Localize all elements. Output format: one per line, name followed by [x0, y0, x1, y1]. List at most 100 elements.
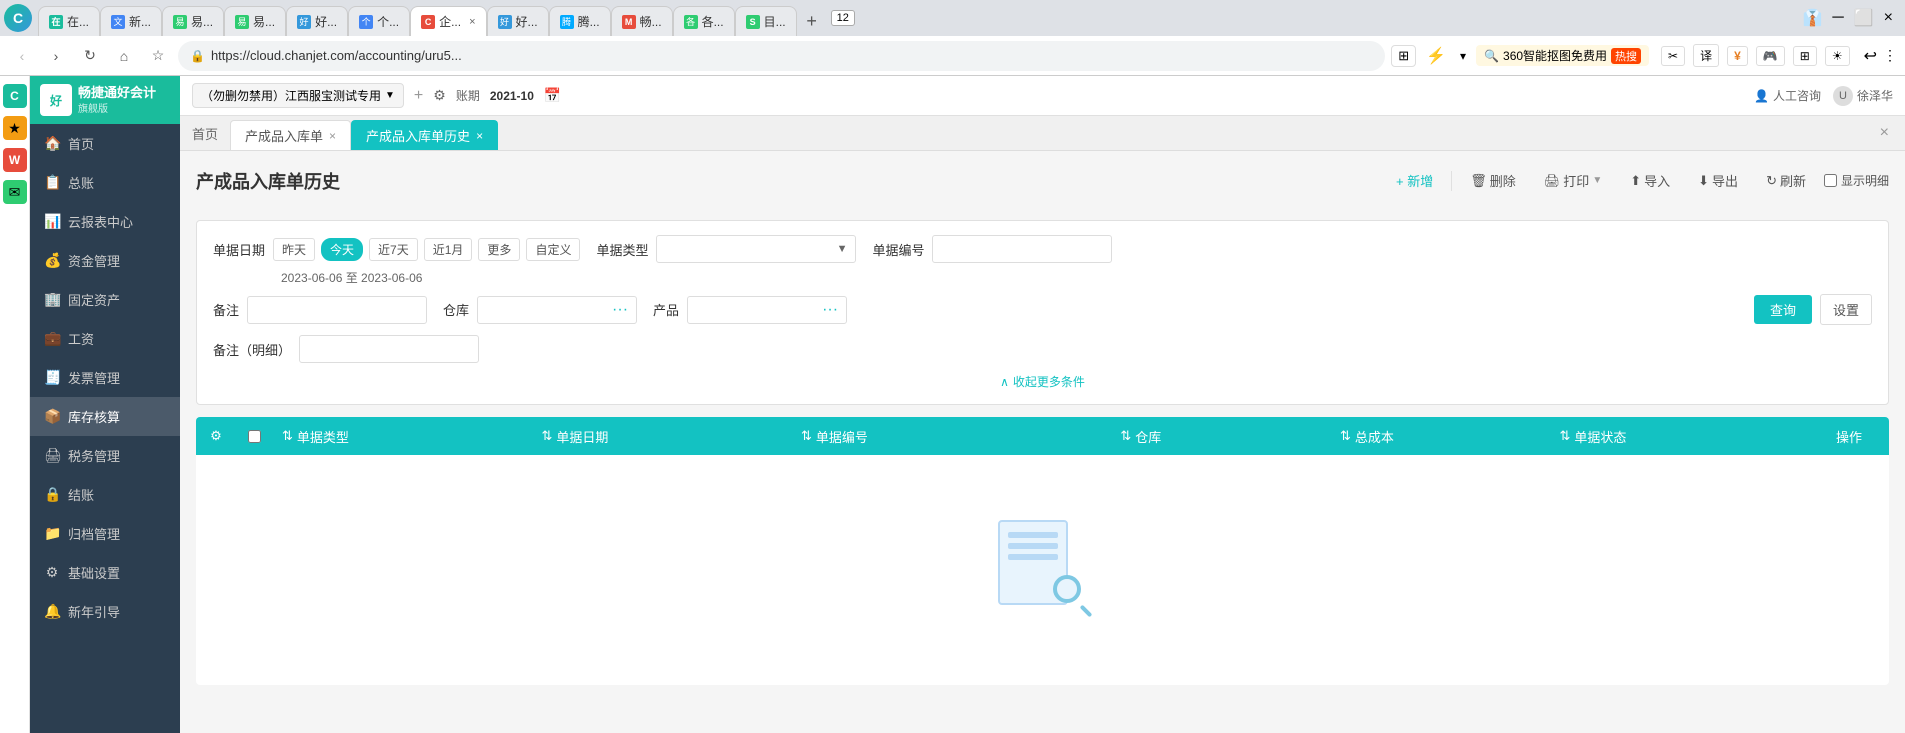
warehouse-dropdown[interactable]: ···: [477, 296, 637, 324]
display-detail-checkbox[interactable]: [1824, 174, 1837, 187]
browser-tab-10[interactable]: M 畅...: [611, 6, 673, 36]
select-all-checkbox[interactable]: [248, 430, 261, 443]
theme-tool[interactable]: ☀: [1825, 46, 1850, 66]
date-btn-1month[interactable]: 近1月: [424, 238, 473, 261]
company-selector[interactable]: （勿删勿禁用）江西服宝测试专用 ▼: [192, 83, 404, 108]
user-info[interactable]: U 徐泽华: [1833, 86, 1893, 106]
search-settings-button[interactable]: 设置: [1820, 294, 1872, 325]
collapse-button[interactable]: ∧ 收起更多条件: [1000, 373, 1085, 390]
browser-tab-1[interactable]: 在 在...: [38, 6, 100, 36]
back-button[interactable]: ‹: [8, 42, 36, 70]
display-detail-toggle[interactable]: 显示明细: [1824, 172, 1889, 189]
app-icon-social[interactable]: W: [3, 148, 27, 172]
app-icon-main[interactable]: C: [3, 84, 27, 108]
tab-panel-close-icon[interactable]: ×: [1880, 124, 1889, 141]
product-dropdown[interactable]: ···: [687, 296, 847, 324]
th-doc-date[interactable]: ⇅ 单据日期: [532, 427, 792, 446]
add-company-button[interactable]: +: [414, 87, 423, 105]
browser-tab-7[interactable]: C 企... ×: [410, 6, 486, 36]
browser-tab-3[interactable]: 易 易...: [162, 6, 224, 36]
undo-button[interactable]: ↩: [1864, 46, 1877, 66]
sidebar-item-payroll[interactable]: 💼 工资: [30, 319, 180, 358]
sidebar-item-home[interactable]: 🏠 首页: [30, 124, 180, 163]
translate-tool[interactable]: 译: [1693, 44, 1719, 67]
page-tab-history[interactable]: 产成品入库单历史 ×: [351, 120, 498, 150]
th-total-cost[interactable]: ⇅ 总成本: [1330, 427, 1550, 446]
doc-type-dropdown[interactable]: ▼: [656, 235, 856, 263]
close-window-button[interactable]: ×: [1884, 9, 1893, 27]
export-button[interactable]: ⬇ 导出: [1688, 167, 1748, 194]
tab-close-area[interactable]: ×: [1880, 124, 1905, 142]
page-tab-list[interactable]: 产成品入库单 ×: [230, 120, 351, 150]
date-btn-custom[interactable]: 自定义: [526, 238, 580, 261]
browser-tab-2[interactable]: 文 新...: [100, 6, 162, 36]
app-icon-star[interactable]: ★: [3, 116, 27, 140]
sidebar-item-inventory[interactable]: 📦 库存核算: [30, 397, 180, 436]
tab-list-close[interactable]: ×: [329, 129, 336, 143]
th-doc-type[interactable]: ⇅ 单据类型: [272, 427, 532, 446]
warehouse-dots-icon[interactable]: ···: [612, 301, 628, 319]
browser-tab-6[interactable]: 个 个...: [348, 6, 410, 36]
forward-button[interactable]: ›: [42, 42, 70, 70]
game-tool[interactable]: 🎮: [1756, 46, 1785, 66]
lightning-icon[interactable]: ⚡: [1422, 46, 1450, 66]
yuan-tool[interactable]: ¥: [1727, 46, 1748, 66]
browser-tab-12[interactable]: S 目...: [735, 6, 797, 36]
service-button[interactable]: 👤 人工咨询: [1754, 87, 1821, 104]
sidebar-item-closing[interactable]: 🔒 结账: [30, 475, 180, 514]
sidebar-item-new-period[interactable]: 🔔 新年引导: [30, 592, 180, 631]
browser-tab-8[interactable]: 好 好...: [487, 6, 549, 36]
th-settings[interactable]: ⚙: [196, 428, 236, 444]
th-status[interactable]: ⇅ 单据状态: [1550, 427, 1810, 446]
apps-tool[interactable]: ⊞: [1793, 46, 1817, 66]
date-btn-more[interactable]: 更多: [478, 238, 520, 261]
refresh-button-toolbar[interactable]: ↻ 刷新: [1756, 167, 1816, 194]
doc-no-input[interactable]: [932, 235, 1112, 263]
query-button[interactable]: 查询: [1754, 295, 1812, 324]
sidebar-item-tax[interactable]: 🖨 税务管理: [30, 436, 180, 475]
sidebar-item-funds[interactable]: 💰 资金管理: [30, 241, 180, 280]
note-input[interactable]: [247, 296, 427, 324]
browser-tab-9[interactable]: 腾 腾...: [549, 6, 611, 36]
extensions-button[interactable]: ⊞: [1391, 45, 1416, 67]
refresh-button[interactable]: ↻: [76, 42, 104, 70]
sidebar-item-reports[interactable]: 📊 云报表中心: [30, 202, 180, 241]
th-warehouse[interactable]: ⇅ 仓库: [1110, 427, 1330, 446]
sidebar-item-archive[interactable]: 📁 归档管理: [30, 514, 180, 553]
settings-gear-icon[interactable]: ⚙: [433, 87, 446, 104]
browser-tab-5[interactable]: 好 好...: [286, 6, 348, 36]
url-bar[interactable]: 🔒 https://cloud.chanjet.com/accounting/u…: [178, 41, 1385, 71]
print-dropdown-arrow[interactable]: ▼: [1592, 175, 1602, 186]
detail-note-input[interactable]: [299, 335, 479, 363]
sidebar-item-invoices[interactable]: 🧾 发票管理: [30, 358, 180, 397]
date-btn-7days[interactable]: 近7天: [369, 238, 418, 261]
th-doc-no[interactable]: ⇅ 单据编号: [791, 427, 1110, 446]
sidebar-item-fixed-assets[interactable]: 🏢 固定资产: [30, 280, 180, 319]
browser-tab-11[interactable]: 各 各...: [673, 6, 735, 36]
search-extension[interactable]: 🔍 360智能抠图免费用 热搜: [1476, 45, 1649, 66]
bookmark-button[interactable]: ☆: [144, 42, 172, 70]
minimize-button[interactable]: ─: [1832, 9, 1843, 27]
dropdown-arrow-icon[interactable]: ▾: [1456, 49, 1470, 63]
new-tab-button[interactable]: +: [797, 6, 827, 36]
product-dots-icon[interactable]: ···: [822, 301, 838, 319]
print-button[interactable]: 🖨 打印 ▼: [1534, 167, 1612, 194]
calendar-icon[interactable]: 📅: [544, 87, 561, 104]
delete-button[interactable]: 🗑 删除: [1460, 167, 1526, 194]
breadcrumb-home[interactable]: 首页: [180, 118, 230, 149]
customize-icon[interactable]: 👔: [1802, 8, 1822, 28]
add-button[interactable]: + 新增: [1386, 167, 1443, 194]
date-btn-today[interactable]: 今天: [321, 238, 363, 261]
maximize-button[interactable]: ⬜: [1854, 8, 1874, 28]
settings-more[interactable]: ⋮: [1883, 47, 1897, 64]
import-button[interactable]: ⬆ 导入: [1620, 167, 1680, 194]
sidebar-item-base-settings[interactable]: ⚙ 基础设置: [30, 553, 180, 592]
date-btn-yesterday[interactable]: 昨天: [273, 238, 315, 261]
tab-close-7[interactable]: ×: [469, 16, 475, 28]
browser-tab-4[interactable]: 易 易...: [224, 6, 286, 36]
home-button[interactable]: ⌂: [110, 42, 138, 70]
scissors-tool[interactable]: ✂: [1661, 46, 1685, 66]
sidebar-item-ledger[interactable]: 📋 总账: [30, 163, 180, 202]
app-icon-mail[interactable]: ✉: [3, 180, 27, 204]
tab-history-close[interactable]: ×: [476, 129, 483, 143]
